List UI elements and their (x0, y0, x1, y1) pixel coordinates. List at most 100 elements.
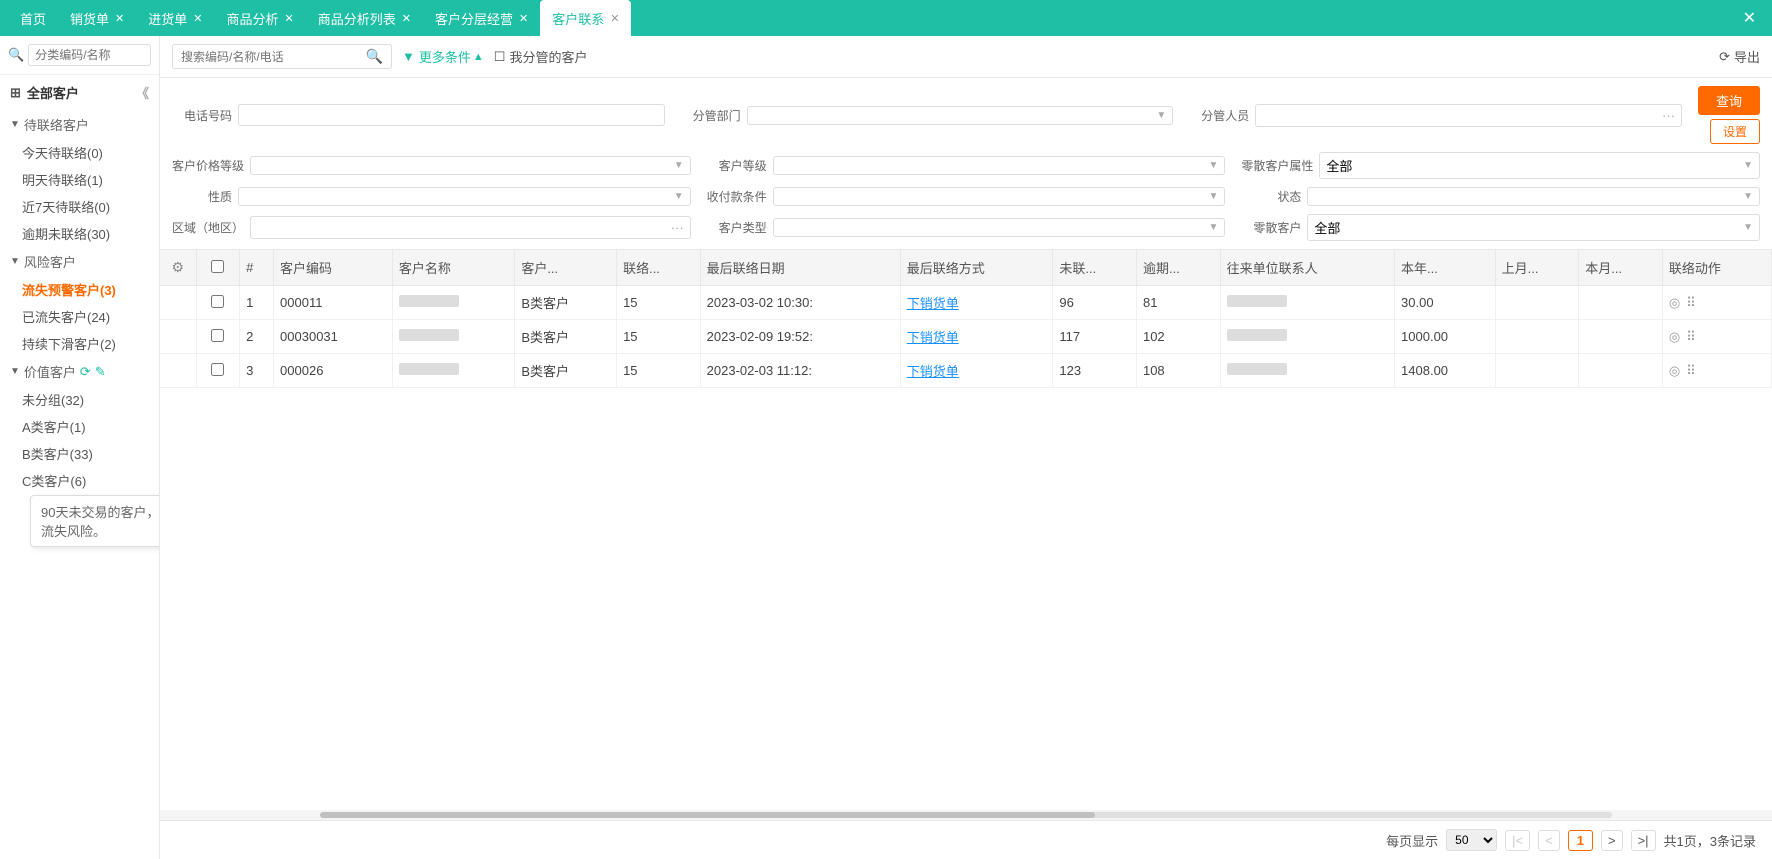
scrollbar-thumb[interactable] (320, 812, 1095, 818)
sidebar-item-declining[interactable]: 持续下滑客户(2) (0, 330, 159, 357)
first-page-btn[interactable]: |< (1505, 830, 1530, 851)
phone-input[interactable] (238, 104, 665, 126)
customer-type-select[interactable]: ▼ (773, 218, 1226, 237)
action-icons: ◎ ⠿ (1669, 329, 1765, 345)
contact-icon[interactable]: ◎ (1669, 295, 1680, 311)
contact-icon[interactable]: ◎ (1669, 329, 1680, 345)
chevron-down-icon: ▼ (1208, 160, 1218, 171)
sidebar-item-a-class[interactable]: A类客户(1) (0, 413, 159, 440)
sidebar-group-title-risk[interactable]: ▼ 风险客户 (0, 247, 159, 276)
per-page-select[interactable]: 50 100 (1446, 829, 1497, 851)
row-checkbox-cell[interactable] (196, 354, 240, 388)
row-checkbox-cell[interactable] (196, 286, 240, 320)
table-row: 2 00030031 B类客户 15 2023-02-09 19:52: 下销货… (160, 320, 1772, 354)
gear-icon[interactable]: ⚙ (171, 259, 184, 275)
main-layout: 🔍 ⊞ 全部客户 《 ▼ 待联络客户 今天待联络(0) 明天待联络(1) 近7天… (0, 36, 1772, 859)
scrollbar-wrap[interactable] (160, 810, 1772, 820)
tab-home[interactable]: 首页 (8, 0, 58, 36)
price-level-select[interactable]: ▼ (250, 156, 691, 175)
tab-product-analysis[interactable]: 商品分析 ✕ (214, 0, 305, 36)
chevron-down-icon: ▼ (10, 256, 20, 267)
sidebar-group-title-pending[interactable]: ▼ 待联络客户 (0, 110, 159, 139)
chevron-down-icon: ▼ (1208, 222, 1218, 233)
col-no: # (240, 250, 274, 286)
tab-customer-contact[interactable]: 客户联系 ✕ (540, 0, 631, 36)
chevron-down-icon: ▼ (10, 119, 20, 130)
row-type: B类客户 (515, 286, 617, 320)
prev-page-btn[interactable]: < (1538, 830, 1560, 851)
customer-level-select[interactable]: ▼ (773, 156, 1226, 175)
row-checkbox[interactable] (211, 363, 224, 376)
settings-button[interactable]: 设置 (1710, 119, 1760, 144)
region-select[interactable]: ··· (250, 216, 691, 239)
close-icon[interactable]: ✕ (519, 12, 528, 25)
tab-sales-order[interactable]: 销货单 ✕ (58, 0, 136, 36)
dept-select[interactable]: ▼ (747, 106, 1174, 125)
more-icon[interactable]: ⠿ (1686, 329, 1696, 345)
tab-customer-tier[interactable]: 客户分层经营 ✕ (423, 0, 540, 36)
sidebar-group-title-value[interactable]: ▼ 价值客户 ⟳ ✎ (0, 357, 159, 386)
close-icon[interactable]: ✕ (193, 12, 202, 25)
select-all-checkbox[interactable] (211, 260, 224, 273)
sidebar-root[interactable]: ⊞ 全部客户 《 (0, 75, 159, 110)
row-last-date: 2023-03-02 10:30: (700, 286, 900, 320)
more-icon[interactable]: ⠿ (1686, 363, 1696, 379)
close-icon[interactable]: ✕ (285, 12, 294, 25)
close-icon[interactable]: ✕ (115, 12, 124, 25)
status-label: 状态 (1241, 188, 1301, 205)
row-last-month (1495, 286, 1579, 320)
unit-contact-blurred (1227, 295, 1287, 307)
row-checkbox[interactable] (211, 295, 224, 308)
sidebar-item-ungrouped[interactable]: 未分组(32) (0, 386, 159, 413)
sidebar-item-churn-warning[interactable]: 流失预警客户(3) (0, 276, 159, 303)
last-page-btn[interactable]: >| (1631, 830, 1656, 851)
export-btn[interactable]: ⟳ 导出 (1719, 47, 1760, 66)
close-icon[interactable]: ✕ (610, 12, 619, 25)
sidebar-group-pending: ▼ 待联络客户 今天待联络(0) 明天待联络(1) 近7天待联络(0) 逾期未联… (0, 110, 159, 247)
row-code: 000026 (274, 354, 393, 388)
payment-select[interactable]: ▼ (773, 187, 1226, 206)
row-checkbox-cell[interactable] (196, 320, 240, 354)
tab-purchase-order[interactable]: 进货单 ✕ (136, 0, 214, 36)
collapse-icon[interactable]: 《 (136, 83, 149, 102)
checkbox-icon[interactable]: ☐ (494, 49, 506, 65)
more-icon[interactable]: ⠿ (1686, 295, 1696, 311)
next-page-btn[interactable]: > (1601, 830, 1623, 851)
row-last-way: 下销货单 (900, 286, 1053, 320)
filter-row-1: 电话号码 分管部门 ▼ 分管人员 ··· (172, 86, 1760, 144)
sidebar-item-overdue-contact[interactable]: 逾期未联络(30) (0, 220, 159, 247)
close-icon[interactable]: ✕ (402, 12, 411, 25)
sidebar-item-7day-contact[interactable]: 近7天待联络(0) (0, 193, 159, 220)
status-select[interactable]: ▼ (1307, 187, 1760, 206)
filter-zero-customer: 零散客户 全部 ▼ (1241, 214, 1760, 241)
sidebar-item-b-class[interactable]: B类客户(33) (0, 440, 159, 467)
last-way-link[interactable]: 下销货单 (907, 364, 959, 379)
last-way-link[interactable]: 下销货单 (907, 296, 959, 311)
sidebar-item-today-contact[interactable]: 今天待联络(0) (0, 139, 159, 166)
search-icon[interactable]: 🔍 (366, 48, 383, 65)
sidebar-search-input[interactable] (28, 44, 151, 66)
my-customers-filter[interactable]: ☐ 我分管的客户 (494, 47, 588, 66)
zero-customer-select[interactable]: 全部 ▼ (1307, 214, 1760, 241)
sidebar-item-c-class[interactable]: C类客户(6) (0, 467, 159, 494)
row-action: ◎ ⠿ (1662, 354, 1771, 388)
zero-attr-select[interactable]: 全部 ▼ (1319, 152, 1760, 179)
tab-product-list[interactable]: 商品分析列表 ✕ (306, 0, 423, 36)
top-tabbar: 首页 销货单 ✕ 进货单 ✕ 商品分析 ✕ 商品分析列表 ✕ 客户分层经营 ✕ … (0, 0, 1772, 36)
sidebar-item-churned[interactable]: 已流失客户(24) (0, 303, 159, 330)
contact-icon[interactable]: ◎ (1669, 363, 1680, 379)
query-button[interactable]: 查询 (1698, 86, 1760, 115)
nature-select[interactable]: ▼ (238, 187, 691, 206)
row-unit-contact (1220, 286, 1394, 320)
gear-column-header[interactable]: ⚙ (160, 250, 196, 286)
person-select[interactable]: ··· (1255, 104, 1682, 127)
filter-region: 区域（地区） ··· (172, 214, 691, 241)
scrollbar-track[interactable] (320, 812, 1612, 818)
checkbox-column-header[interactable] (196, 250, 240, 286)
more-conditions-btn[interactable]: ▼ 更多条件 ▲ (402, 47, 484, 66)
window-close-icon[interactable]: ✕ (1735, 8, 1764, 28)
last-way-link[interactable]: 下销货单 (907, 330, 959, 345)
sidebar-item-tomorrow-contact[interactable]: 明天待联络(1) (0, 166, 159, 193)
row-checkbox[interactable] (211, 329, 224, 342)
search-input[interactable] (181, 50, 366, 64)
